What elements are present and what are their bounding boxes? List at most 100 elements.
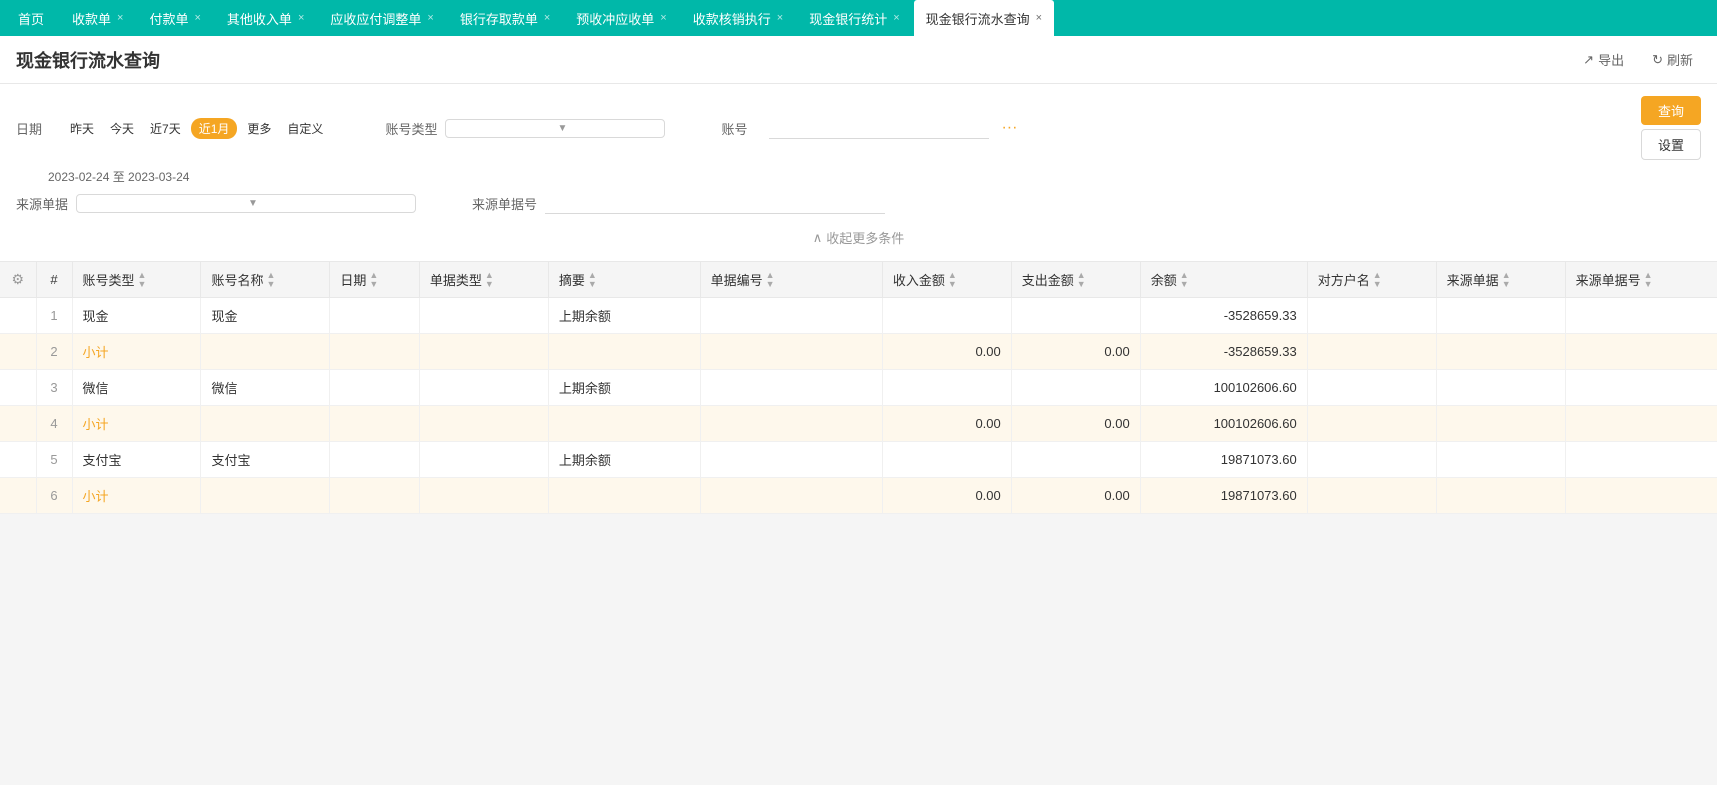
close-icon[interactable]: × [660,12,666,24]
close-icon[interactable]: × [427,12,433,24]
account-type-select[interactable]: ▼ [445,119,665,138]
nav-item-其他收入单[interactable]: 其他收入单 × [215,0,316,36]
td-income: 0.00 [882,478,1011,514]
td-source-doc [1436,298,1565,334]
nav-item-现金银行流水查询[interactable]: 现金银行流水查询 × [914,0,1054,36]
date-opt-today[interactable]: 今天 [104,118,140,139]
td-doc-type [419,298,548,334]
th-date[interactable]: 日期 ▲▼ [330,262,419,298]
close-icon[interactable]: × [298,12,304,24]
refresh-button[interactable]: ↻ 刷新 [1644,46,1701,73]
account-input[interactable] [773,121,985,135]
td-gear [0,298,36,334]
sort-icon: ▲▼ [588,271,597,289]
td-gear [0,406,36,442]
nav-item-付款单[interactable]: 付款单 × [137,0,212,36]
th-balance[interactable]: 余额 ▲▼ [1140,262,1307,298]
td-source-doc [1436,442,1565,478]
td-source-doc-no [1565,478,1717,514]
action-buttons: 查询 设置 [1641,96,1701,160]
th-doc-no[interactable]: 单据编号 ▲▼ [700,262,882,298]
refresh-icon: ↻ [1652,52,1663,68]
nav-home[interactable]: 首页 [4,9,58,28]
th-gear[interactable]: ⚙ [0,262,36,298]
nav-item-收款单[interactable]: 收款单 × [60,0,135,36]
account-type-label: 账号类型 [385,119,437,138]
td-summary [548,334,700,370]
td-gear [0,478,36,514]
sort-icon: ▲▼ [1077,271,1086,289]
th-doc-type[interactable]: 单据类型 ▲▼ [419,262,548,298]
close-icon[interactable]: × [777,12,783,24]
close-icon[interactable]: × [893,12,899,24]
date-opt-custom[interactable]: 自定义 [281,118,329,139]
date-opt-1month[interactable]: 近1月 [191,118,238,139]
collapse-icon: ∧ [813,230,823,246]
td-balance: 19871073.60 [1140,478,1307,514]
th-summary[interactable]: 摘要 ▲▼ [548,262,700,298]
td-gear [0,334,36,370]
sort-icon: ▲▼ [766,271,775,289]
td-date [330,442,419,478]
nav-item-银行存取款单[interactable]: 银行存取款单 × [448,0,562,36]
close-icon[interactable]: × [544,12,550,24]
td-source-doc [1436,334,1565,370]
source-doc-num-input[interactable] [549,196,881,210]
td-source-doc [1436,406,1565,442]
date-range-display: 2023-02-24 至 2023-03-24 [44,168,1701,185]
td-income [882,370,1011,406]
td-index: 3 [36,370,72,406]
query-button[interactable]: 查询 [1641,96,1701,125]
date-opt-7days[interactable]: 近7天 [144,118,187,139]
collapse-label: 收起更多条件 [826,228,904,247]
source-doc-num-label: 来源单据号 [472,194,537,213]
td-doc-type [419,370,548,406]
close-icon[interactable]: × [194,12,200,24]
th-account-name[interactable]: 账号名称 ▲▼ [201,262,330,298]
td-account-name [201,406,330,442]
nav-item-应收应付调整单[interactable]: 应收应付调整单 × [318,0,445,36]
td-expense: 0.00 [1011,406,1140,442]
nav-item-收款核销执行[interactable]: 收款核销执行 × [681,0,795,36]
td-doc-no [700,442,882,478]
table-row: 5支付宝支付宝上期余额19871073.60 [0,442,1717,478]
td-doc-type [419,406,548,442]
table-body: 1现金现金上期余额-3528659.332小计0.000.00-3528659.… [0,298,1717,514]
source-doc-num-group: 来源单据号 [472,193,885,214]
td-doc-no [700,334,882,370]
th-income[interactable]: 收入金额 ▲▼ [882,262,1011,298]
td-balance: 100102606.60 [1140,406,1307,442]
close-icon[interactable]: × [117,12,123,24]
source-doc-select[interactable]: ▼ [76,194,416,213]
date-opt-more[interactable]: 更多 [241,118,277,139]
td-expense [1011,298,1140,334]
th-account-type[interactable]: 账号类型 ▲▼ [72,262,201,298]
close-icon[interactable]: × [1036,12,1042,24]
date-opt-yesterday[interactable]: 昨天 [64,118,100,139]
dots-button[interactable]: ··· [997,119,1021,137]
nav-item-预收冲应收单[interactable]: 预收冲应收单 × [564,0,678,36]
td-expense: 0.00 [1011,334,1140,370]
header-actions: ↗ 导出 ↻ 刷新 [1575,46,1701,73]
td-summary: 上期余额 [548,442,700,478]
export-button[interactable]: ↗ 导出 [1575,46,1632,73]
nav-item-现金银行统计[interactable]: 现金银行统计 × [797,0,911,36]
td-gear [0,442,36,478]
td-source-doc-no [1565,334,1717,370]
chevron-down-icon: ▼ [248,198,407,209]
gear-icon[interactable]: ⚙ [11,271,24,287]
td-index: 5 [36,442,72,478]
td-balance: 19871073.60 [1140,442,1307,478]
th-counterparty[interactable]: 对方户名 ▲▼ [1307,262,1436,298]
account-group: 账号 ··· [721,118,1021,139]
td-income [882,298,1011,334]
td-balance: -3528659.33 [1140,298,1307,334]
source-doc-num-input-wrapper [545,193,885,214]
setting-button[interactable]: 设置 [1641,129,1701,160]
td-balance: 100102606.60 [1140,370,1307,406]
th-source-doc[interactable]: 来源单据 ▲▼ [1436,262,1565,298]
td-account-type: 小计 [72,406,201,442]
collapse-bar[interactable]: ∧ 收起更多条件 [16,222,1701,249]
th-source-doc-no[interactable]: 来源单据号 ▲▼ [1565,262,1717,298]
th-expense[interactable]: 支出金额 ▲▼ [1011,262,1140,298]
